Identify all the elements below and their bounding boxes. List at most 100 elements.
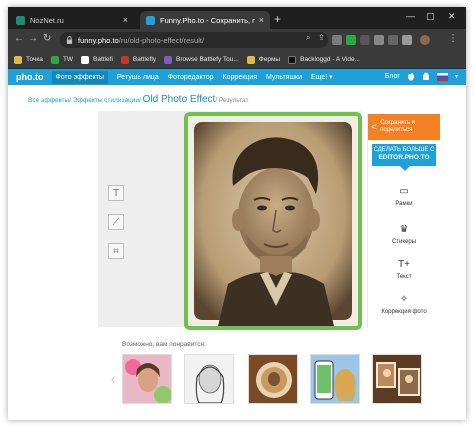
action-panel: < Сохранить и поделиться СДЕЛАТЬ БОЛЬШЕ … xyxy=(367,114,440,328)
chevron-left-icon[interactable]: ‹ xyxy=(111,372,115,386)
suggestion-thumb-sketch[interactable] xyxy=(184,354,234,404)
android-icon[interactable] xyxy=(422,72,430,81)
text-label: Текст xyxy=(396,274,412,280)
extension-icon[interactable] xyxy=(346,35,356,45)
suggestion-thumb-coffee[interactable] xyxy=(248,354,298,404)
share-page-icon[interactable]: ⇪ xyxy=(318,33,325,42)
suggestion-thumb-phone[interactable] xyxy=(310,354,360,404)
result-photo xyxy=(184,112,362,330)
suggestions-title: Возможно, вам понравится: xyxy=(122,341,206,348)
site-logo[interactable]: pho.to xyxy=(16,72,44,82)
bookmark-item[interactable]: Точка xyxy=(14,55,43,64)
bookmark-item[interactable]: Фермы xyxy=(246,55,281,64)
ruler-tool-icon[interactable]: ⟋ xyxy=(108,214,124,230)
nav-right-group: Блог ▾ xyxy=(385,72,458,81)
bookmark-item[interactable]: Browse Battlefy Tou... xyxy=(164,55,239,64)
bookmark-item[interactable]: TW xyxy=(50,55,74,64)
avatar[interactable] xyxy=(420,35,430,45)
nav-correction[interactable]: Коррекция xyxy=(223,74,257,81)
editor-button[interactable]: СДЕЛАТЬ БОЛЬШЕ С EDITOR.PHO.TO xyxy=(372,144,436,166)
bookmark-item[interactable]: Battlefi xyxy=(81,55,113,64)
photo-correction-tool[interactable]: ✧ Коррекция фото xyxy=(368,294,440,315)
nav-face-retouch[interactable]: Ретушь лица xyxy=(117,74,159,81)
extension-icon[interactable] xyxy=(374,35,384,45)
text-tool[interactable]: T+ Текст xyxy=(368,259,440,280)
forward-icon[interactable]: → xyxy=(28,33,38,44)
save-share-button[interactable]: < Сохранить и поделиться xyxy=(368,114,440,140)
photo-frames-thumb xyxy=(373,355,421,403)
reload-icon[interactable]: ↻ xyxy=(43,33,51,44)
site-nav: pho.to Фото эффекты Ретушь лица Фотореда… xyxy=(8,69,466,85)
address-bar[interactable]: funny.pho.to /ru/old-photo-effect/result… xyxy=(60,32,328,48)
nav-photo-effects[interactable]: Фото эффекты xyxy=(51,70,108,84)
stickers-tool[interactable]: ♛ Стикеры xyxy=(368,224,440,245)
zoom-icon[interactable]: ⌕ xyxy=(306,33,310,43)
bookmark-item[interactable]: Battlefly xyxy=(120,55,157,64)
suggestion-thumb-frames[interactable] xyxy=(372,354,422,404)
bookmark-label: Фермы xyxy=(258,56,281,63)
bookmark-icon xyxy=(81,55,90,64)
bookmark-label: Точка xyxy=(26,56,43,63)
tab-strip: NozNet.ru × Funny.Pho.to - Сохранить, по… xyxy=(8,7,466,29)
frame-icon: ▭ xyxy=(399,186,409,197)
menu-icon[interactable]: ⋮ xyxy=(448,33,458,44)
nav-cartoons[interactable]: Мультяшки xyxy=(266,74,302,81)
photo-correction-label: Коррекция фото xyxy=(381,309,427,315)
minimize-icon[interactable]: — xyxy=(406,11,415,21)
extension-icon[interactable] xyxy=(360,35,370,45)
bookmark-label: Battlefi xyxy=(93,56,113,63)
nav-photo-editor[interactable]: Фоторедактор xyxy=(168,74,214,81)
text-tool-icon[interactable]: T xyxy=(108,185,124,201)
extensions-puzzle-icon[interactable] xyxy=(388,35,398,45)
nav-blog[interactable]: Блог xyxy=(385,73,400,80)
language-flag-icon[interactable] xyxy=(436,72,448,81)
bookmark-label: Backloggd - A Vide... xyxy=(300,56,360,63)
tab-noznet[interactable]: NozNet.ru × xyxy=(10,11,134,29)
share-icon: < xyxy=(371,121,378,133)
url-host: funny.pho.to xyxy=(78,35,119,45)
stickers-label: Стикеры xyxy=(391,239,417,245)
bookmark-item[interactable]: Backloggd - A Vide... xyxy=(288,55,360,64)
nav-more[interactable]: Еще! ▾ xyxy=(311,73,333,81)
chevron-down-icon[interactable]: ▾ xyxy=(455,73,458,80)
page-title: Old Photo Effect xyxy=(142,94,216,105)
bookmark-icon xyxy=(288,55,297,64)
side-panel-icon[interactable] xyxy=(402,35,412,45)
breadcrumb-category[interactable]: Эффекты стилизации xyxy=(73,97,139,104)
close-tab-icon[interactable]: × xyxy=(123,15,128,25)
editor-button-line1: СДЕЛАТЬ БОЛЬШЕ С xyxy=(373,147,435,153)
sticker-icon: ♛ xyxy=(399,224,409,235)
browser-window: NozNet.ru × Funny.Pho.to - Сохранить, по… xyxy=(8,7,466,420)
phototo-favicon-icon xyxy=(146,15,155,25)
phone-collage-thumb xyxy=(311,355,359,403)
close-window-icon[interactable]: ✕ xyxy=(448,11,456,22)
breadcrumb-all-effects[interactable]: Все эффекты xyxy=(28,97,69,104)
bookmark-icon xyxy=(164,55,173,64)
floral-portrait-thumb xyxy=(123,355,171,403)
bookmarks-bar: Точка TW Battlefi Battlefly Browse Battl… xyxy=(8,51,466,69)
maximize-icon[interactable]: ▢ xyxy=(426,11,435,22)
bookmark-star-icon[interactable] xyxy=(332,35,342,45)
tab-phototo[interactable]: Funny.Pho.to - Сохранить, подел × xyxy=(140,11,270,29)
url-path: /ru/old-photo-effect/result/ xyxy=(118,35,205,45)
breadcrumb: Все эффекты/ Эффекты стилизации/ Old Pho… xyxy=(28,94,249,105)
bookmark-label: Browse Battlefy Tou... xyxy=(176,56,239,63)
bookmark-icon xyxy=(50,55,59,64)
breadcrumb-result: Результат xyxy=(218,97,249,104)
tab-title: NozNet.ru xyxy=(30,15,64,25)
close-tab-icon[interactable]: × xyxy=(259,15,264,25)
bookmark-label: Battlefly xyxy=(132,56,157,63)
crop-tool-icon[interactable]: ⌗ xyxy=(108,243,124,259)
toolbar: ← → ↻ funny.pho.to /ru/old-photo-effect/… xyxy=(8,29,466,51)
back-icon[interactable]: ← xyxy=(14,33,24,44)
magic-wand-icon: ✧ xyxy=(399,294,409,305)
old-photo-portrait xyxy=(188,116,358,326)
apple-icon[interactable] xyxy=(407,72,415,81)
bookmark-icon xyxy=(120,55,129,64)
frames-tool[interactable]: ▭ Рамки xyxy=(368,186,440,207)
folder-icon xyxy=(14,55,22,64)
new-tab-icon[interactable]: + xyxy=(274,12,281,26)
noznet-favicon-icon xyxy=(16,15,25,25)
bookmark-label: TW xyxy=(62,56,74,63)
suggestion-thumb-floral[interactable] xyxy=(122,354,172,404)
